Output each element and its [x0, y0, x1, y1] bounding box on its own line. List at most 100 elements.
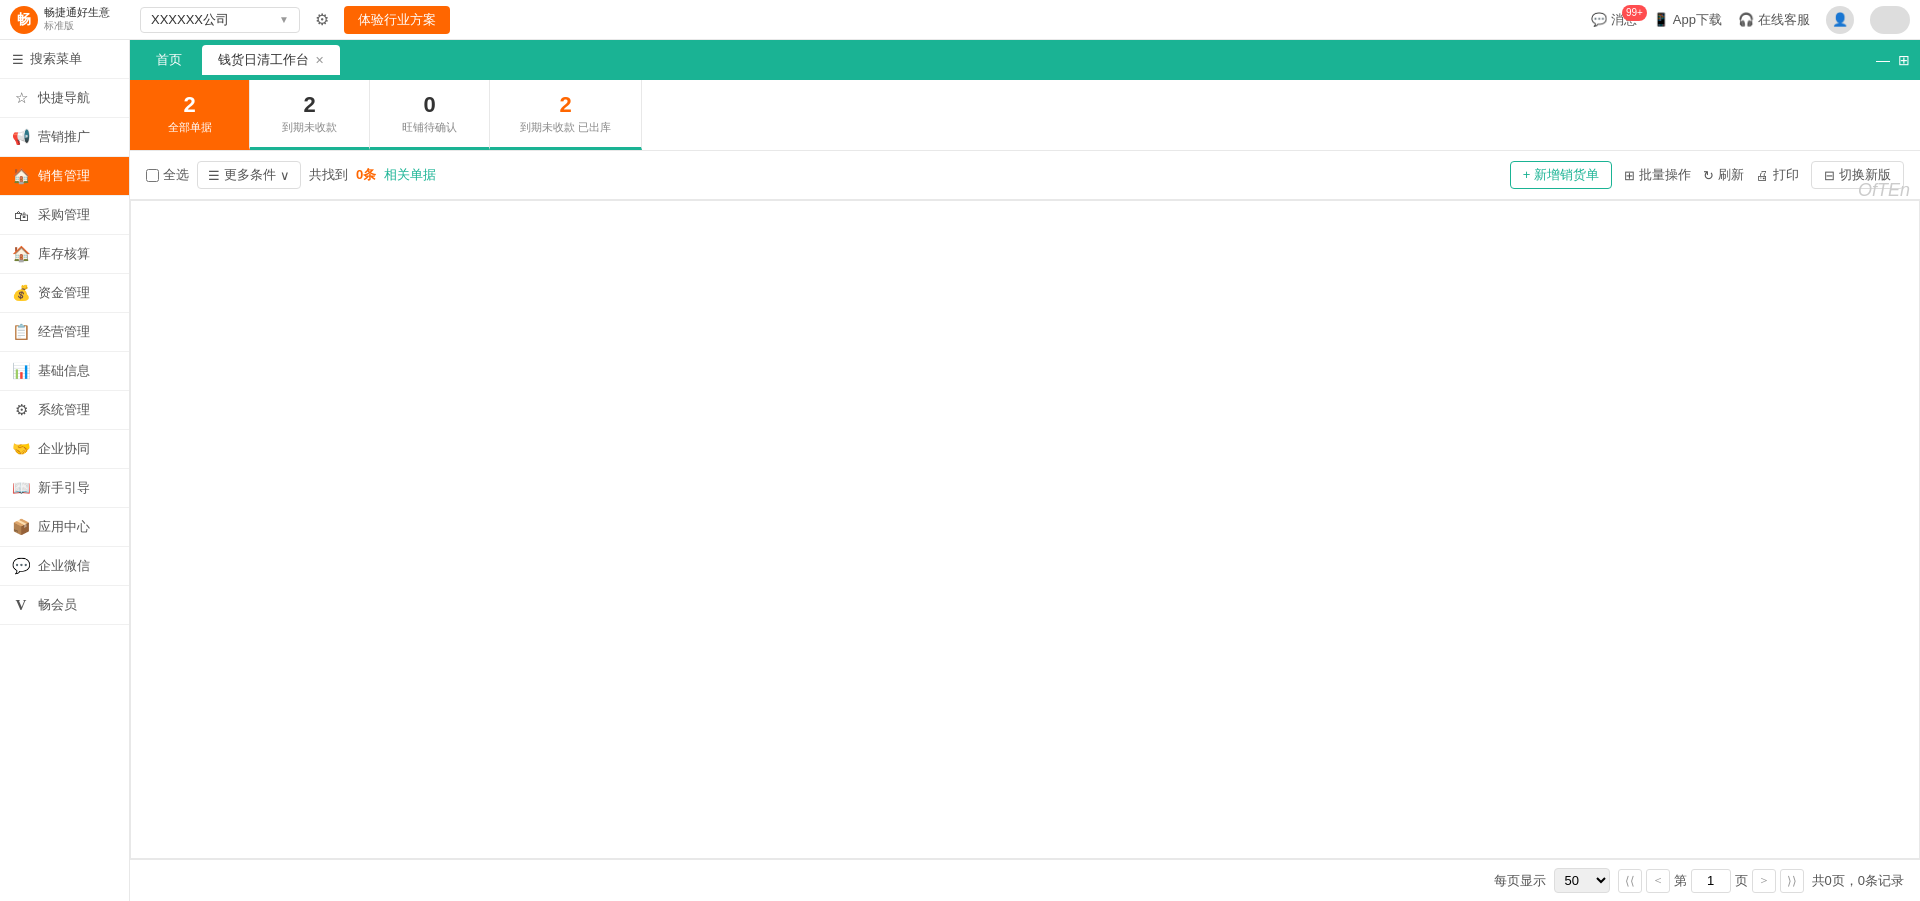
tab-home[interactable]: 首页	[140, 45, 198, 75]
page-nav: ⟨⟨ ＜ 第 页 ＞ ⟩⟩	[1618, 869, 1804, 893]
content-area: 首页 钱货日清工作台 ✕ — ⊞ 2 全部单据 2 到期未收款	[130, 40, 1920, 901]
sidebar-item-purchase[interactable]: 🛍 采购管理	[0, 196, 129, 235]
sidebar-item-guide[interactable]: 📖 新手引导	[0, 469, 129, 508]
sidebar-item-label: 采购管理	[38, 206, 90, 224]
sidebar-item-label: 系统管理	[38, 401, 90, 419]
refresh-label: 刷新	[1718, 166, 1744, 184]
message-action[interactable]: 💬 消息 99+	[1591, 11, 1637, 29]
app-center-icon: 📦	[12, 518, 30, 536]
stat-card-pending[interactable]: 0 旺铺待确认	[370, 80, 490, 150]
stat-label-all: 全部单据	[160, 120, 219, 135]
stat-num-overdue: 2	[280, 92, 339, 118]
next-page-button[interactable]: ＞	[1752, 869, 1776, 893]
stat-card-overdue-out[interactable]: 2 到期未收款 已出库	[490, 80, 642, 150]
select-all-checkbox[interactable]: 全选	[146, 166, 189, 184]
batch-label: 批量操作	[1639, 166, 1691, 184]
sidebar-item-label: 库存核算	[38, 245, 90, 263]
sidebar-item-label: 营销推广	[38, 128, 90, 146]
sidebar-item-label: 应用中心	[38, 518, 90, 536]
marketing-icon: 📢	[12, 128, 30, 146]
toolbar-right: + 新增销货单 ⊞ 批量操作 ↻ 刷新 🖨 打印 ⊟	[1510, 161, 1904, 189]
total-info: 共0页，0条记录	[1812, 872, 1904, 890]
maximize-icon[interactable]: ⊞	[1898, 52, 1910, 68]
last-page-button[interactable]: ⟩⟩	[1780, 869, 1804, 893]
header-right: 💬 消息 99+ 📱 App下载 🎧 在线客服 👤	[1591, 6, 1910, 34]
sidebar-item-app-center[interactable]: 📦 应用中心	[0, 508, 129, 547]
select-all-label: 全选	[163, 166, 189, 184]
purchase-icon: 🛍	[12, 207, 30, 224]
search-label: 搜索菜单	[30, 50, 82, 68]
stat-card-overdue[interactable]: 2 到期未收款	[250, 80, 370, 150]
page-size-select[interactable]: 50 100 200	[1554, 868, 1610, 893]
chevron-down-icon: ▼	[279, 14, 289, 25]
sidebar-item-label: 畅会员	[38, 596, 77, 614]
sidebar-item-operations[interactable]: 📋 经营管理	[0, 313, 129, 352]
batch-icon: ⊞	[1624, 168, 1635, 183]
page-label: 第	[1674, 872, 1687, 890]
sidebar-item-label: 销售管理	[38, 167, 90, 185]
logo-text: 畅捷通好生意	[44, 6, 110, 19]
refresh-button[interactable]: ↻ 刷新	[1703, 166, 1744, 184]
close-icon[interactable]: ✕	[315, 54, 324, 67]
sidebar-item-inventory[interactable]: 🏠 库存核算	[0, 235, 129, 274]
sidebar-item-quick-nav[interactable]: ☆ 快捷导航	[0, 79, 129, 118]
stat-label-overdue: 到期未收款	[280, 120, 339, 135]
avatar[interactable]: 👤	[1826, 6, 1854, 34]
switch-button[interactable]: ⊟ 切换新版	[1811, 161, 1904, 189]
sidebar-item-finance[interactable]: 💰 资金管理	[0, 274, 129, 313]
stat-card-all[interactable]: 2 全部单据	[130, 80, 250, 150]
add-button[interactable]: + 新增销货单	[1510, 161, 1612, 189]
tab-cashflow-label: 钱货日清工作台	[218, 51, 309, 69]
select-all-input[interactable]	[146, 169, 159, 182]
sidebar-item-wechat[interactable]: 💬 企业微信	[0, 547, 129, 586]
sidebar-item-cooperation[interactable]: 🤝 企业协同	[0, 430, 129, 469]
print-label: 打印	[1773, 166, 1799, 184]
service-icon: 🎧	[1738, 12, 1754, 27]
page-unit: 页	[1735, 872, 1748, 890]
company-selector[interactable]: XXXXXX公司 ▼	[140, 7, 300, 33]
batch-button[interactable]: ⊞ 批量操作	[1624, 166, 1691, 184]
online-service-action[interactable]: 🎧 在线客服	[1738, 11, 1810, 29]
settings-icon[interactable]: ⚙	[308, 6, 336, 34]
prev-page-button[interactable]: ＜	[1646, 869, 1670, 893]
minimize-icon[interactable]: —	[1876, 52, 1890, 68]
member-icon: V	[12, 597, 30, 614]
related-orders-link[interactable]: 相关单据	[384, 166, 436, 184]
sidebar-item-label: 基础信息	[38, 362, 90, 380]
app-download-action[interactable]: 📱 App下载	[1653, 11, 1722, 29]
logo-icon: 畅	[10, 6, 38, 34]
main-layout: ☰ 搜索菜单 ☆ 快捷导航 📢 营销推广 🏠 销售管理 🛍 采购管理 🏠 库存核…	[0, 40, 1920, 901]
tab-cashflow[interactable]: 钱货日清工作台 ✕	[202, 45, 340, 75]
first-page-button[interactable]: ⟨⟨	[1618, 869, 1642, 893]
add-label: + 新增销货单	[1523, 166, 1599, 184]
page-content: 2 全部单据 2 到期未收款 0 旺铺待确认 2 到期未收款 已出库	[130, 80, 1920, 901]
sidebar-item-marketing[interactable]: 📢 营销推广	[0, 118, 129, 157]
filter-button[interactable]: ☰ 更多条件 ∨	[197, 161, 301, 189]
sidebar: ☰ 搜索菜单 ☆ 快捷导航 📢 营销推广 🏠 销售管理 🛍 采购管理 🏠 库存核…	[0, 40, 130, 901]
trial-button[interactable]: 体验行业方案	[344, 6, 450, 34]
sidebar-item-label: 企业协同	[38, 440, 90, 458]
search-icon: ☰	[12, 52, 24, 67]
sidebar-search[interactable]: ☰ 搜索菜单	[0, 40, 129, 79]
table-area	[130, 200, 1920, 859]
sidebar-item-sales[interactable]: 🏠 销售管理	[0, 157, 129, 196]
found-count: 0条	[356, 166, 376, 184]
sidebar-item-system[interactable]: ⚙ 系统管理	[0, 391, 129, 430]
filter-label: 更多条件	[224, 166, 276, 184]
operations-icon: 📋	[12, 323, 30, 341]
stats-bar: 2 全部单据 2 到期未收款 0 旺铺待确认 2 到期未收款 已出库	[130, 80, 1920, 151]
finance-icon: 💰	[12, 284, 30, 302]
sidebar-item-member[interactable]: V 畅会员	[0, 586, 129, 625]
page-input[interactable]	[1691, 869, 1731, 893]
toolbar: 全选 ☰ 更多条件 ∨ 共找到 0条 相关单据 + 新增销货单	[130, 151, 1920, 200]
basic-icon: 📊	[12, 362, 30, 380]
sidebar-item-basic[interactable]: 📊 基础信息	[0, 352, 129, 391]
print-button[interactable]: 🖨 打印	[1756, 166, 1799, 184]
toolbar-left: 全选 ☰ 更多条件 ∨ 共找到 0条 相关单据	[146, 161, 436, 189]
user-info[interactable]	[1870, 6, 1910, 34]
wechat-icon: 💬	[12, 557, 30, 575]
stat-num-all: 2	[160, 92, 219, 118]
company-name: XXXXXX公司	[151, 11, 229, 29]
inventory-icon: 🏠	[12, 245, 30, 263]
chevron-down-icon: ∨	[280, 168, 290, 183]
